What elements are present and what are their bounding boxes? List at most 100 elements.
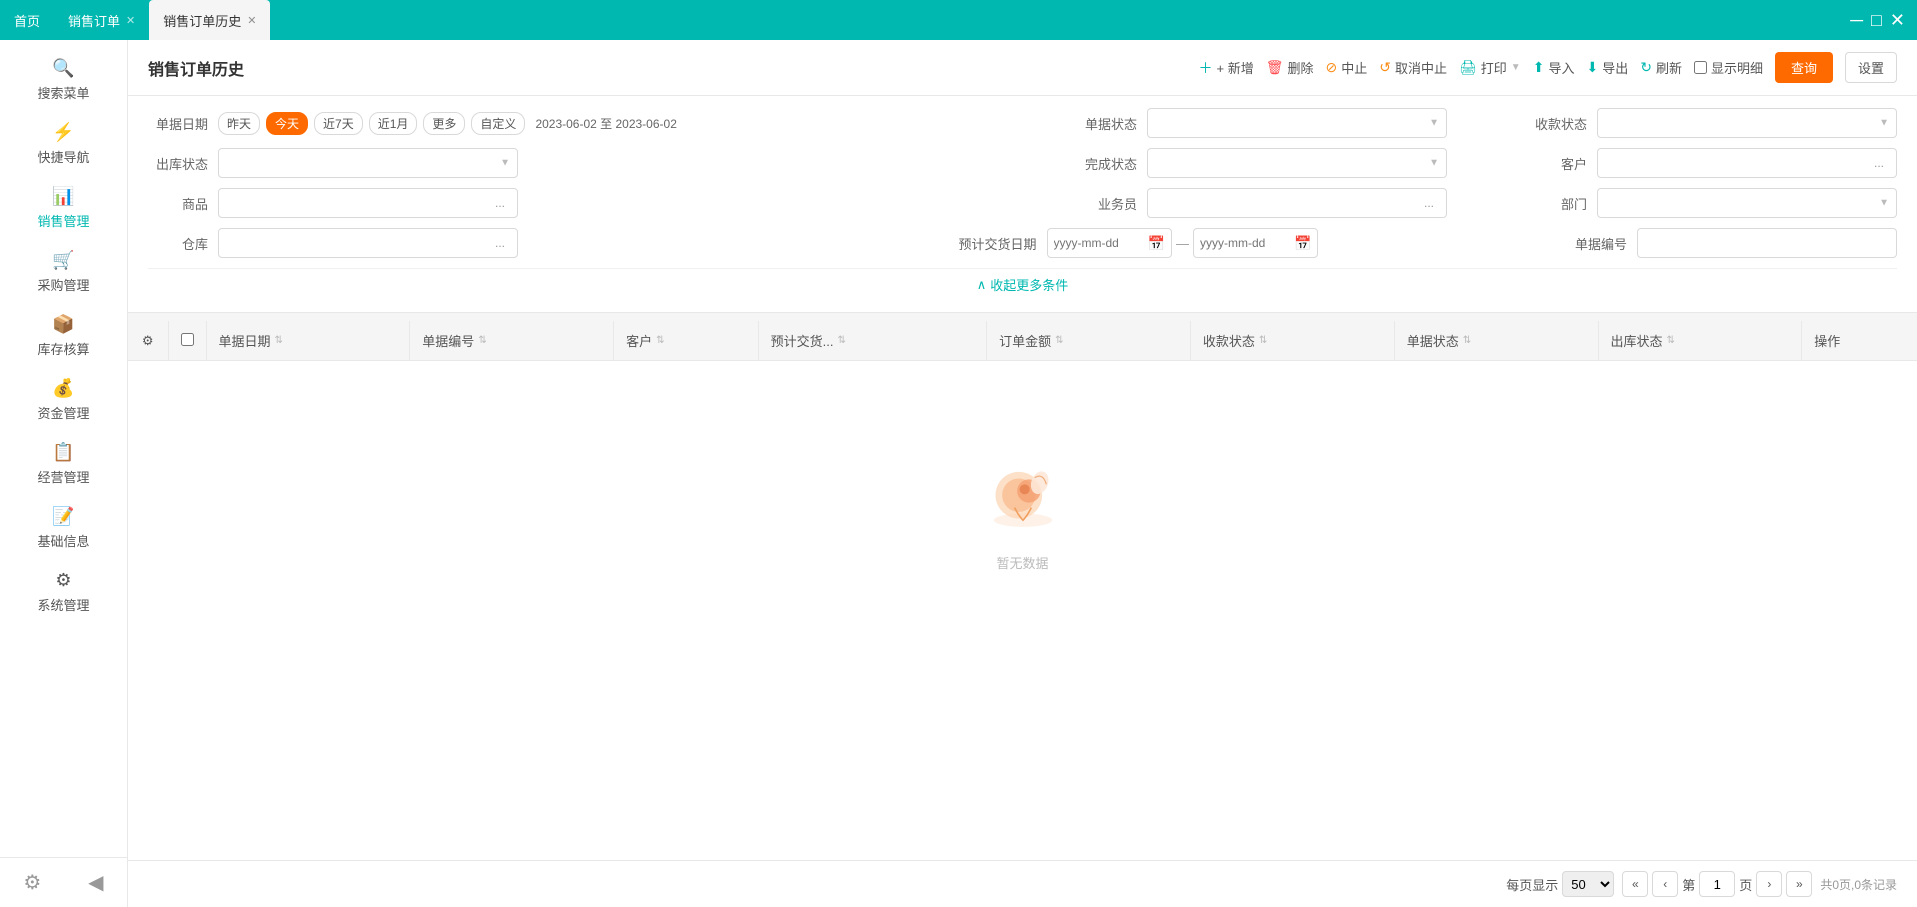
goods-input[interactable] xyxy=(227,196,491,210)
customer-ellipsis[interactable]: ... xyxy=(1870,156,1888,170)
sort-amount-icon[interactable]: ⇅ xyxy=(1055,335,1063,346)
sales-icon: 📊 xyxy=(52,186,74,207)
goods-input-wrap: ... xyxy=(218,188,518,218)
sidebar-item-inventory[interactable]: 📦 库存核算 xyxy=(0,304,127,368)
th-doc-no: 单据编号 ⇅ xyxy=(410,321,614,361)
completion-select-wrap: ▼ xyxy=(1147,148,1447,178)
outbound-label: 出库状态 xyxy=(148,154,218,173)
doc-no-input[interactable] xyxy=(1646,236,1888,250)
status-select[interactable] xyxy=(1147,108,1447,138)
dept-select[interactable] xyxy=(1597,188,1897,218)
tab-home[interactable]: 首页 xyxy=(0,0,54,40)
status-label: 单据状态 xyxy=(1077,114,1147,133)
top-bar: 首页 销售订单 ✕ 销售订单历史 ✕ ─ □ ✕ xyxy=(0,0,1917,40)
receipt-status-label: 收款状态 xyxy=(1527,114,1597,133)
warehouse-input[interactable] xyxy=(227,236,491,250)
page-input[interactable] xyxy=(1699,871,1735,897)
query-button[interactable]: 查询 xyxy=(1775,52,1833,83)
date-btn-more[interactable]: 更多 xyxy=(423,112,465,135)
date-btn-1month[interactable]: 近1月 xyxy=(369,112,418,135)
column-settings-icon[interactable]: ⚙ xyxy=(142,333,154,348)
settings-bottom-icon[interactable]: ⚙ xyxy=(23,870,41,895)
customer-input[interactable] xyxy=(1606,156,1870,170)
first-page-button[interactable]: « xyxy=(1622,871,1648,897)
dept-label: 部门 xyxy=(1527,194,1597,213)
maximize-icon[interactable]: □ xyxy=(1871,10,1882,31)
operations-icon: 📋 xyxy=(52,442,74,463)
refresh-icon: ↻ xyxy=(1640,59,1652,76)
sort-date-icon[interactable]: ⇅ xyxy=(275,335,283,346)
receipt-status-select[interactable] xyxy=(1597,108,1897,138)
th-amount: 订单金额 ⇅ xyxy=(987,321,1191,361)
tab-sales-order[interactable]: 销售订单 ✕ xyxy=(54,0,149,40)
sidebar-item-system[interactable]: ⚙ 系统管理 xyxy=(0,560,127,624)
delivery-date-to-input[interactable] xyxy=(1200,236,1290,250)
tab-sales-order-history[interactable]: 销售订单历史 ✕ xyxy=(149,0,270,40)
date-btn-yesterday[interactable]: 昨天 xyxy=(218,112,260,135)
sidebar-item-operations[interactable]: 📋 经营管理 xyxy=(0,432,127,496)
calendar-from-icon[interactable]: 📅 xyxy=(1148,235,1165,252)
delivery-date-from-input[interactable] xyxy=(1054,236,1144,250)
next-page-button[interactable]: › xyxy=(1756,871,1782,897)
purchase-icon: 🛒 xyxy=(52,250,74,271)
th-outbound: 出库状态 ⇅ xyxy=(1598,321,1802,361)
search-menu-icon: 🔍 xyxy=(52,58,74,79)
display-toggle[interactable]: 显示明细 xyxy=(1694,58,1763,77)
last-page-button[interactable]: » xyxy=(1786,871,1812,897)
sidebar-item-quick-nav[interactable]: ⚡ 快捷导航 xyxy=(0,112,127,176)
collapse-sidebar-icon[interactable]: ◀ xyxy=(88,870,103,895)
finance-icon: 💰 xyxy=(52,378,74,399)
display-checkbox[interactable] xyxy=(1694,61,1707,74)
date-filter: 昨天 今天 近7天 近1月 更多 自定义 2023-06-02 至 2023-0… xyxy=(218,112,677,135)
data-table: ⚙ 单据日期 ⇅ 单据编号 xyxy=(128,321,1917,652)
minimize-icon[interactable]: ─ xyxy=(1850,10,1863,31)
export-icon: ⬇ xyxy=(1586,59,1598,76)
cancel-stop-button[interactable]: ↺ 取消中止 xyxy=(1379,58,1447,77)
new-icon: ＋ xyxy=(1198,58,1212,78)
print-button[interactable]: 🖨 打印 ▼ xyxy=(1459,58,1521,77)
date-btn-7days[interactable]: 近7天 xyxy=(314,112,363,135)
sidebar-item-sales[interactable]: 📊 销售管理 xyxy=(0,176,127,240)
date-btn-custom[interactable]: 自定义 xyxy=(471,112,525,135)
delivery-date-from: 📅 xyxy=(1047,228,1172,258)
setting-button[interactable]: 设置 xyxy=(1845,52,1897,83)
salesman-ellipsis[interactable]: ... xyxy=(1420,196,1438,210)
prev-page-button[interactable]: ‹ xyxy=(1652,871,1678,897)
th-settings: ⚙ xyxy=(128,321,168,361)
calendar-to-icon[interactable]: 📅 xyxy=(1294,235,1311,252)
import-button[interactable]: ⬆ 导入 xyxy=(1533,58,1575,77)
sort-delivery-icon[interactable]: ⇅ xyxy=(837,335,845,346)
sidebar-bottom: ⚙ ◀ xyxy=(0,857,127,907)
export-button[interactable]: ⬇ 导出 xyxy=(1586,58,1628,77)
sort-doc-no-icon[interactable]: ⇅ xyxy=(478,335,486,346)
sort-doc-status-icon[interactable]: ⇅ xyxy=(1463,335,1471,346)
sort-customer-icon[interactable]: ⇅ xyxy=(656,335,664,346)
date-btn-today[interactable]: 今天 xyxy=(266,112,308,135)
sort-receipt-status-icon[interactable]: ⇅ xyxy=(1259,335,1267,346)
warehouse-ellipsis[interactable]: ... xyxy=(491,236,509,250)
close-window-icon[interactable]: ✕ xyxy=(1890,10,1905,31)
goods-ellipsis[interactable]: ... xyxy=(491,196,509,210)
doc-no-label: 单据编号 xyxy=(1567,234,1637,253)
stop-button[interactable]: ⊘ 中止 xyxy=(1326,58,1368,77)
sidebar-item-base-info[interactable]: 📝 基础信息 xyxy=(0,496,127,560)
select-all-checkbox[interactable] xyxy=(181,333,194,346)
sidebar-item-finance[interactable]: 💰 资金管理 xyxy=(0,368,127,432)
close-tab-history[interactable]: ✕ xyxy=(247,14,256,27)
page-size-dropdown[interactable]: 20 50 100 xyxy=(1562,871,1614,897)
collapse-button[interactable]: ∧ 收起更多条件 xyxy=(148,268,1897,300)
delete-button[interactable]: 🗑 删除 xyxy=(1266,58,1314,77)
dept-select-wrap: ▼ xyxy=(1597,188,1897,218)
completion-select[interactable] xyxy=(1147,148,1447,178)
close-tab-sales-order[interactable]: ✕ xyxy=(126,14,135,27)
sidebar-item-purchase[interactable]: 🛒 采购管理 xyxy=(0,240,127,304)
sort-outbound-icon[interactable]: ⇅ xyxy=(1667,335,1675,346)
outbound-select[interactable] xyxy=(218,148,518,178)
salesman-input[interactable] xyxy=(1156,196,1420,210)
go-page-label: 第 xyxy=(1682,875,1695,894)
th-customer: 客户 ⇅ xyxy=(614,321,759,361)
table-header-row: ⚙ 单据日期 ⇅ 单据编号 xyxy=(128,321,1917,361)
refresh-button[interactable]: ↻ 刷新 xyxy=(1640,58,1682,77)
new-button[interactable]: ＋ + 新增 xyxy=(1198,58,1253,78)
sidebar-item-search[interactable]: 🔍 搜索菜单 xyxy=(0,48,127,112)
